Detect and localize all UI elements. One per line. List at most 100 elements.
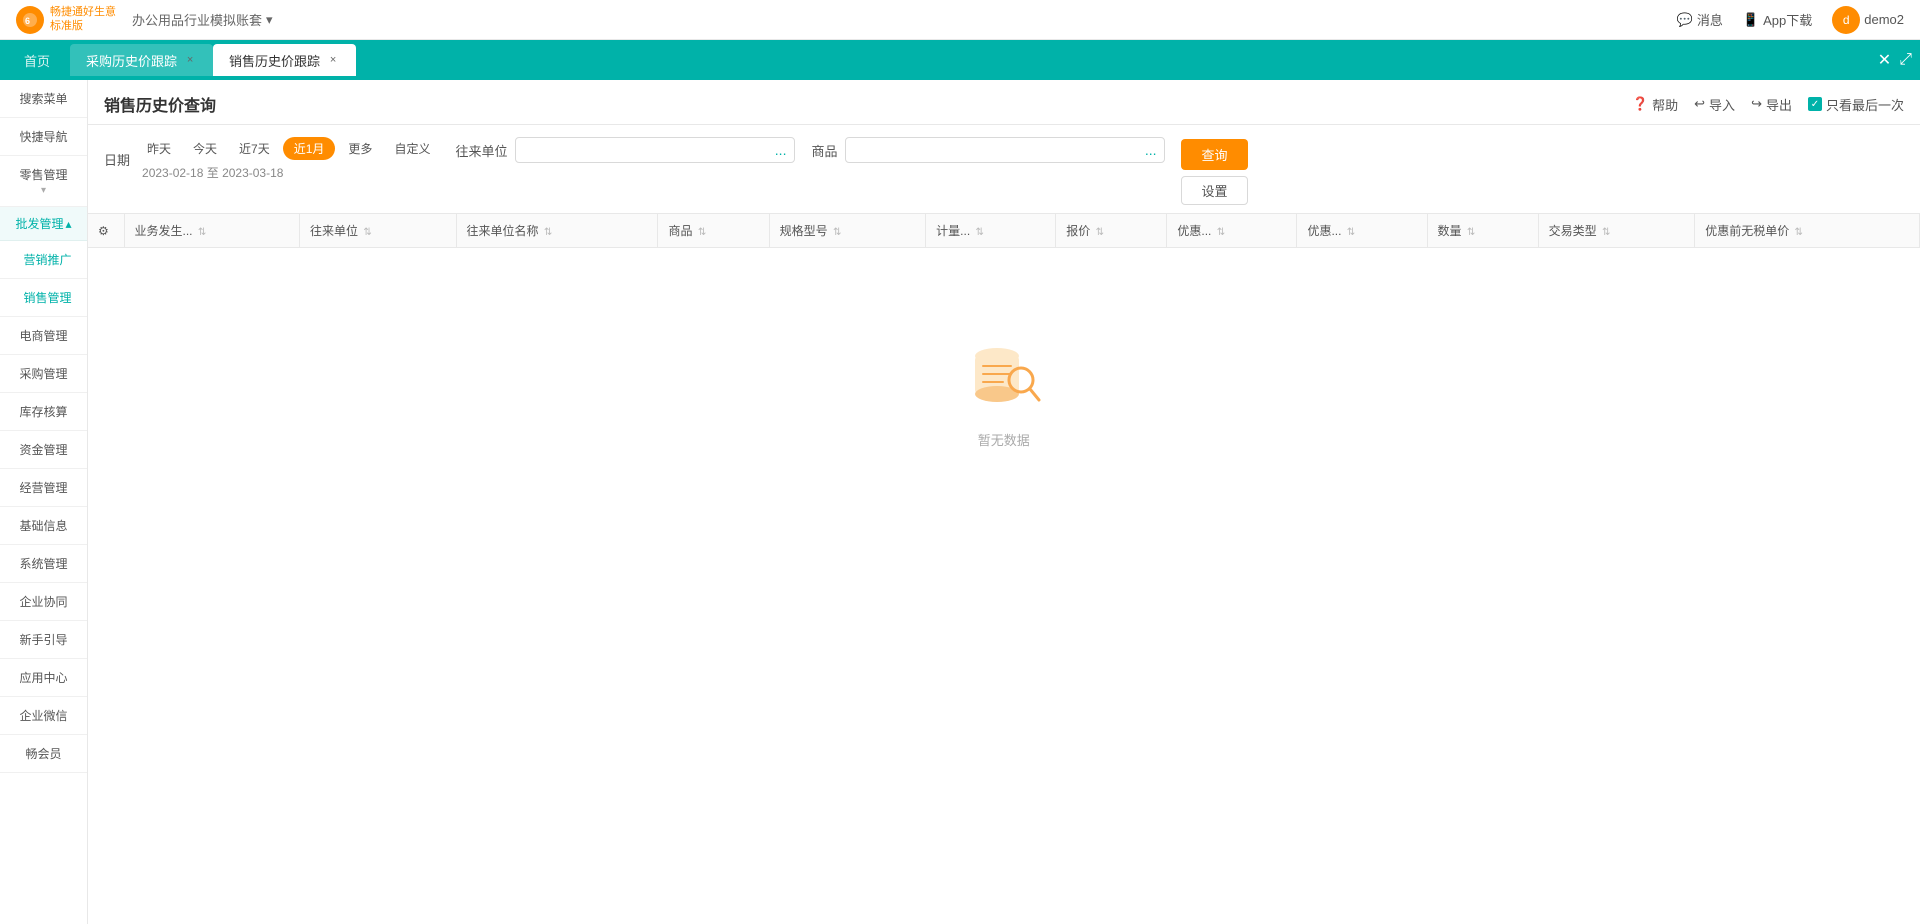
col-discount1[interactable]: 优惠... ⇅ <box>1167 214 1297 248</box>
col-pretax-price[interactable]: 优惠前无税单价 ⇅ <box>1695 214 1920 248</box>
sort-icon-unit: ⇅ <box>976 227 984 238</box>
logo-icon: 6 <box>16 6 44 34</box>
tab-bar-right: ✕ ⤢ <box>1878 50 1912 70</box>
col-unit[interactable]: 计量... ⇅ <box>926 214 1056 248</box>
date-btn-custom[interactable]: 自定义 <box>385 137 439 160</box>
col-counterpart-name[interactable]: 往来单位名称 ⇅ <box>456 214 658 248</box>
sidebar-item-enterprise-wechat[interactable]: 企业微信 <box>0 697 87 735</box>
sidebar-item-ecommerce[interactable]: 电商管理 <box>0 317 87 355</box>
ops-label: 经营管理 <box>19 479 67 496</box>
tab-expand-icon[interactable]: ⤢ <box>1899 51 1912 69</box>
sidebar-item-marketing[interactable]: 营销推广 <box>0 241 87 279</box>
app-download-btn[interactable]: 📱 App下载 <box>1743 10 1812 29</box>
retail-mgmt-arrow: ▾ <box>41 185 46 196</box>
sidebar-item-sys-mgmt[interactable]: 系统管理 <box>0 545 87 583</box>
sidebar-item-enterprise-collab[interactable]: 企业协同 <box>0 583 87 621</box>
tab-close-all-icon[interactable]: ✕ <box>1878 50 1891 70</box>
empty-state-cell: 暂无数据 <box>88 248 1920 530</box>
top-bar-right: 💬 消息 📱 App下载 d demo2 <box>1677 6 1904 34</box>
basic-info-label: 基础信息 <box>19 517 67 534</box>
enterprise-collab-label: 企业协同 <box>19 593 67 610</box>
import-btn[interactable]: ↩ 导入 <box>1694 95 1735 114</box>
empty-illustration <box>959 328 1049 418</box>
counterpart-input[interactable]: ... <box>515 137 795 163</box>
org-name: 办公用品行业模拟账套 <box>132 10 262 29</box>
col-quote[interactable]: 报价 ⇅ <box>1056 214 1167 248</box>
date-btn-yesterday[interactable]: 昨天 <box>138 137 180 160</box>
date-btn-more[interactable]: 更多 <box>339 137 381 160</box>
sort-icon-counterpart-code: ⇅ <box>363 227 371 238</box>
export-icon: ↪ <box>1751 96 1762 112</box>
org-selector[interactable]: 办公用品行业模拟账套 ▾ <box>124 6 281 33</box>
sidebar-item-inventory[interactable]: 库存核算 <box>0 393 87 431</box>
sidebar-item-purchase[interactable]: 采购管理 <box>0 355 87 393</box>
col-goods[interactable]: 商品 ⇅ <box>658 214 769 248</box>
sidebar-item-basic-info[interactable]: 基础信息 <box>0 507 87 545</box>
tab-sales-label: 销售历史价跟踪 <box>229 51 320 70</box>
date-buttons: 昨天 今天 近7天 近1月 更多 自定义 <box>138 137 439 160</box>
page-title: 销售历史价查询 <box>104 92 216 116</box>
col-spec[interactable]: 规格型号 ⇅ <box>769 214 926 248</box>
sort-icon-qty: ⇅ <box>1467 227 1475 238</box>
date-btn-today[interactable]: 今天 <box>184 137 226 160</box>
logo-area: 6 畅捷通好生意 标准版 <box>16 6 116 34</box>
empty-text: 暂无数据 <box>978 430 1030 449</box>
tab-purchase-history[interactable]: 采购历史价跟踪 × <box>70 44 213 76</box>
sidebar: 搜索菜单 快捷导航 零售管理 ▾ 批发管理 ▴ 营销推广 销售管理 电商管理 采… <box>0 80 88 924</box>
logo-text: 畅捷通好生意 标准版 <box>50 6 116 32</box>
sidebar-item-wholesale-mgmt[interactable]: 批发管理 ▴ <box>0 207 87 241</box>
query-button[interactable]: 查询 <box>1181 139 1247 170</box>
empty-state: 暂无数据 <box>88 248 1920 529</box>
sidebar-item-app-center[interactable]: 应用中心 <box>0 659 87 697</box>
sidebar-item-new-guide[interactable]: 新手引导 <box>0 621 87 659</box>
sidebar-item-sales-mgmt[interactable]: 销售管理 <box>0 279 87 317</box>
date-btn-7days[interactable]: 近7天 <box>230 137 279 160</box>
app-center-label: 应用中心 <box>19 669 67 686</box>
sidebar-item-ops[interactable]: 经营管理 <box>0 469 87 507</box>
sidebar-item-finance[interactable]: 资金管理 <box>0 431 87 469</box>
app-icon: 📱 <box>1743 12 1759 28</box>
sort-icon-biz-date: ⇅ <box>198 227 206 238</box>
tab-home[interactable]: 首页 <box>8 44 66 76</box>
goods-label: 商品 <box>811 141 837 160</box>
sort-icon-pretax-price: ⇅ <box>1795 227 1803 238</box>
help-btn[interactable]: ❓ 帮助 <box>1632 95 1678 114</box>
sidebar-item-retail-mgmt[interactable]: 零售管理 ▾ <box>0 156 87 207</box>
tab-purchase-close[interactable]: × <box>183 53 197 67</box>
table-header: ⚙ 业务发生... ⇅ 往来单位 ⇅ 往来单位名称 ⇅ <box>88 214 1920 248</box>
col-qty[interactable]: 数量 ⇅ <box>1427 214 1538 248</box>
svg-text:6: 6 <box>25 16 30 26</box>
page-header: 销售历史价查询 ❓ 帮助 ↩ 导入 ↪ 导出 只看最后一次 <box>88 80 1920 125</box>
quick-nav-label: 快捷导航 <box>19 128 67 145</box>
user-profile[interactable]: d demo2 <box>1832 6 1904 34</box>
goods-filter-group: 商品 ... <box>811 137 1165 163</box>
marketing-label: 营销推广 <box>23 251 71 268</box>
col-counterpart-code[interactable]: 往来单位 ⇅ <box>299 214 456 248</box>
sidebar-item-search-menu[interactable]: 搜索菜单 <box>0 80 87 118</box>
org-dropdown-icon: ▾ <box>266 12 273 28</box>
date-btn-1month[interactable]: 近1月 <box>283 137 336 160</box>
settings-icon[interactable]: ⚙ <box>98 224 109 238</box>
col-settings: ⚙ <box>88 214 124 248</box>
counterpart-filter-group: 往来单位 ... <box>455 137 795 163</box>
sidebar-item-quick-nav[interactable]: 快捷导航 <box>0 118 87 156</box>
tab-sales-close[interactable]: × <box>326 53 340 67</box>
wholesale-mgmt-arrow: ▴ <box>65 217 71 231</box>
counterpart-label: 往来单位 <box>455 141 507 160</box>
export-btn[interactable]: ↪ 导出 <box>1751 95 1792 114</box>
message-icon: 💬 <box>1677 12 1693 28</box>
col-trade-type[interactable]: 交易类型 ⇅ <box>1538 214 1695 248</box>
goods-input[interactable]: ... <box>845 137 1165 163</box>
date-filter-group: 日期 昨天 今天 近7天 近1月 更多 自定义 2023-02-18 至 202… <box>104 137 439 181</box>
sort-icon-quote: ⇅ <box>1096 227 1104 238</box>
only-last-checkbox[interactable]: 只看最后一次 <box>1808 95 1904 114</box>
col-biz-date[interactable]: 业务发生... ⇅ <box>124 214 299 248</box>
tab-sales-history[interactable]: 销售历史价跟踪 × <box>213 44 356 76</box>
settings-button[interactable]: 设置 <box>1181 176 1247 205</box>
goods-dots-icon: ... <box>1145 142 1157 158</box>
sidebar-item-member[interactable]: 畅会员 <box>0 735 87 773</box>
message-btn[interactable]: 💬 消息 <box>1677 10 1723 29</box>
tab-purchase-label: 采购历史价跟踪 <box>86 51 177 70</box>
empty-state-row: 暂无数据 <box>88 248 1920 530</box>
col-discount2[interactable]: 优惠... ⇅ <box>1297 214 1427 248</box>
